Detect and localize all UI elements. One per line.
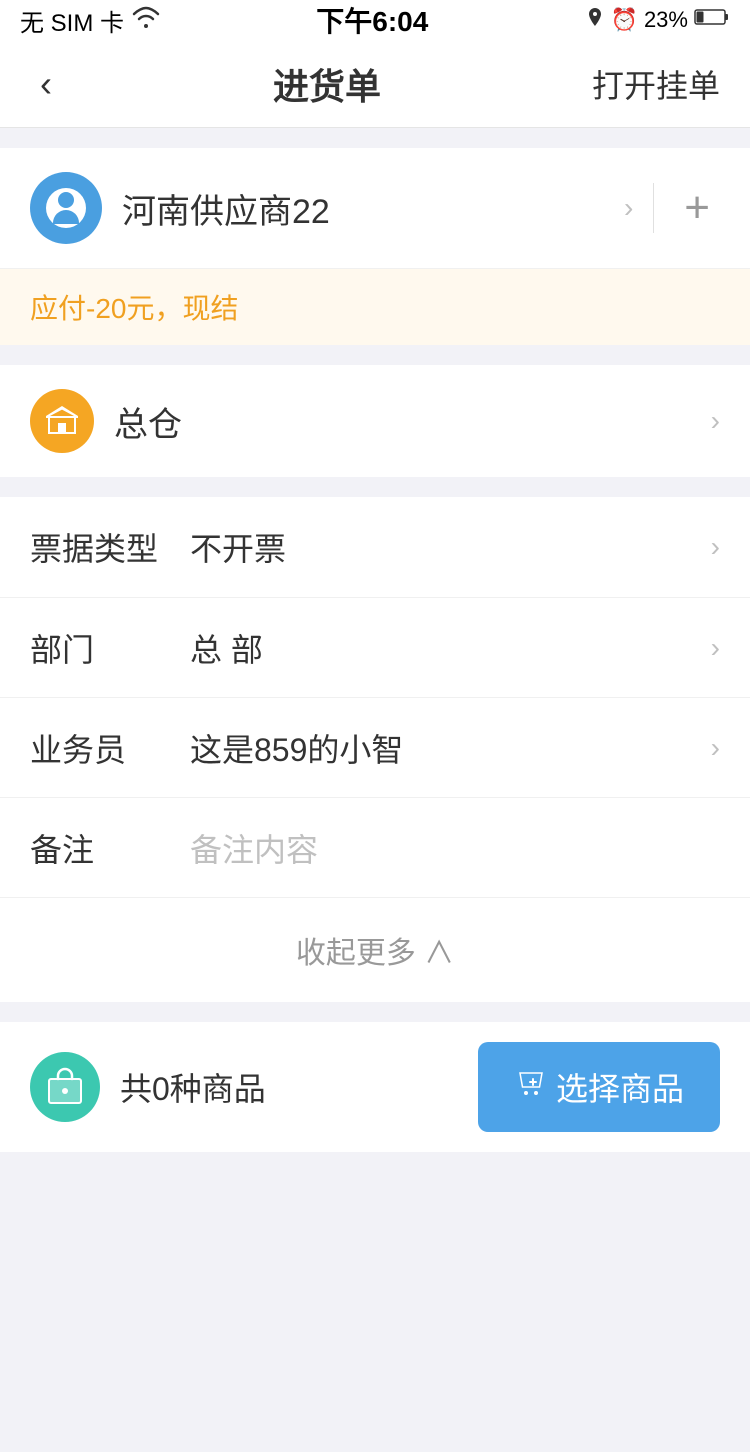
battery-text: 23% <box>644 7 688 33</box>
location-icon <box>585 7 605 33</box>
section-gap-3 <box>0 477 750 497</box>
remark-row[interactable]: 备注 备注内容 <box>0 797 750 897</box>
department-value: 总 部 <box>190 625 711 671</box>
warehouse-icon <box>30 389 94 453</box>
section-gap-2 <box>0 345 750 365</box>
invoice-type-row[interactable]: 票据类型 不开票 › <box>0 497 750 597</box>
back-button[interactable]: ‹ <box>30 53 62 115</box>
nav-bar: ‹ 进货单 打开挂单 <box>0 40 750 128</box>
collapse-label: 收起更多 ∧ <box>296 937 454 970</box>
battery-icon <box>694 7 730 33</box>
avatar-icon <box>46 188 86 228</box>
alarm-icon: ⏰ <box>611 7 638 33</box>
product-icon <box>30 1052 100 1122</box>
sim-status: 无 SIM 卡 <box>20 3 124 38</box>
invoice-type-label: 票据类型 <box>30 524 190 570</box>
wifi-icon <box>132 6 160 35</box>
section-gap-1 <box>0 128 750 148</box>
select-product-label: 选择商品 <box>556 1064 684 1110</box>
salesperson-chevron-icon: › <box>711 732 720 764</box>
warehouse-row[interactable]: 总仓 › <box>0 365 750 477</box>
department-label: 部门 <box>30 625 190 671</box>
section-gap-4 <box>0 1002 750 1022</box>
form-section: 票据类型 不开票 › 部门 总 部 › 业务员 这是859的小智 › 备注 备注… <box>0 497 750 1002</box>
remark-placeholder: 备注内容 <box>190 825 720 871</box>
notice-text: 应付-20元，现结 <box>30 293 238 324</box>
supplier-actions: › + <box>624 183 720 233</box>
status-right: ⏰ 23% <box>585 7 730 33</box>
department-row[interactable]: 部门 总 部 › <box>0 597 750 697</box>
notice-bar: 应付-20元，现结 <box>0 269 750 345</box>
salesperson-label: 业务员 <box>30 725 190 771</box>
warehouse-chevron-icon: › <box>711 405 720 437</box>
supplier-section: 河南供应商22 › + 应付-20元，现结 <box>0 148 750 345</box>
remark-label: 备注 <box>30 825 190 871</box>
bottom-bar: 共0种商品 选择商品 <box>0 1022 750 1152</box>
invoice-type-chevron-icon: › <box>711 531 720 563</box>
cart-icon <box>514 1067 546 1107</box>
supplier-row[interactable]: 河南供应商22 › + <box>0 148 750 269</box>
avatar <box>30 172 102 244</box>
salesperson-row[interactable]: 业务员 这是859的小智 › <box>0 697 750 797</box>
invoice-type-value: 不开票 <box>190 524 711 570</box>
product-count: 共0种商品 <box>120 1064 458 1110</box>
department-chevron-icon: › <box>711 632 720 664</box>
nav-title: 进货单 <box>273 58 381 110</box>
warehouse-name: 总仓 <box>114 397 711 446</box>
background-fill <box>0 1152 750 1452</box>
supplier-name: 河南供应商22 <box>122 184 624 233</box>
status-time: 下午6:04 <box>316 0 428 40</box>
status-left: 无 SIM 卡 <box>20 3 160 38</box>
salesperson-value: 这是859的小智 <box>190 725 711 771</box>
add-button[interactable]: + <box>674 183 720 233</box>
supplier-chevron-icon: › <box>624 192 633 224</box>
vertical-divider <box>653 183 654 233</box>
select-product-button[interactable]: 选择商品 <box>478 1042 720 1132</box>
collapse-button[interactable]: 收起更多 ∧ <box>0 897 750 1002</box>
open-pending-button[interactable]: 打开挂单 <box>592 61 720 107</box>
status-bar: 无 SIM 卡 下午6:04 ⏰ 23% <box>0 0 750 40</box>
